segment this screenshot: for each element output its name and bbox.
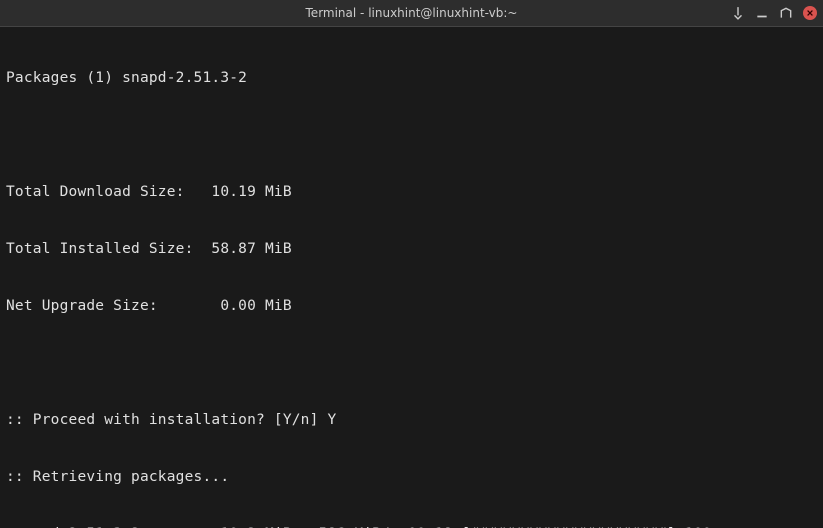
blank-line xyxy=(6,126,817,145)
terminal-output[interactable]: Packages (1) snapd-2.51.3-2 Total Downlo… xyxy=(0,27,823,528)
output-line: Net Upgrade Size: 0.00 MiB xyxy=(6,297,817,316)
maximize-icon[interactable] xyxy=(779,6,793,20)
output-line: Packages (1) snapd-2.51.3-2 xyxy=(6,69,817,88)
output-line: :: Proceed with installation? [Y/n] Y xyxy=(6,411,817,430)
output-line: Total Download Size: 10.19 MiB xyxy=(6,183,817,202)
close-icon[interactable] xyxy=(803,6,817,20)
pin-icon[interactable] xyxy=(731,6,745,20)
window-controls xyxy=(731,0,817,26)
window-titlebar: Terminal - linuxhint@linuxhint-vb:~ xyxy=(0,0,823,27)
blank-line xyxy=(6,354,817,373)
output-line: :: Retrieving packages... xyxy=(6,468,817,487)
minimize-icon[interactable] xyxy=(755,6,769,20)
window-title: Terminal - linuxhint@linuxhint-vb:~ xyxy=(0,6,823,20)
output-line: Total Installed Size: 58.87 MiB xyxy=(6,240,817,259)
